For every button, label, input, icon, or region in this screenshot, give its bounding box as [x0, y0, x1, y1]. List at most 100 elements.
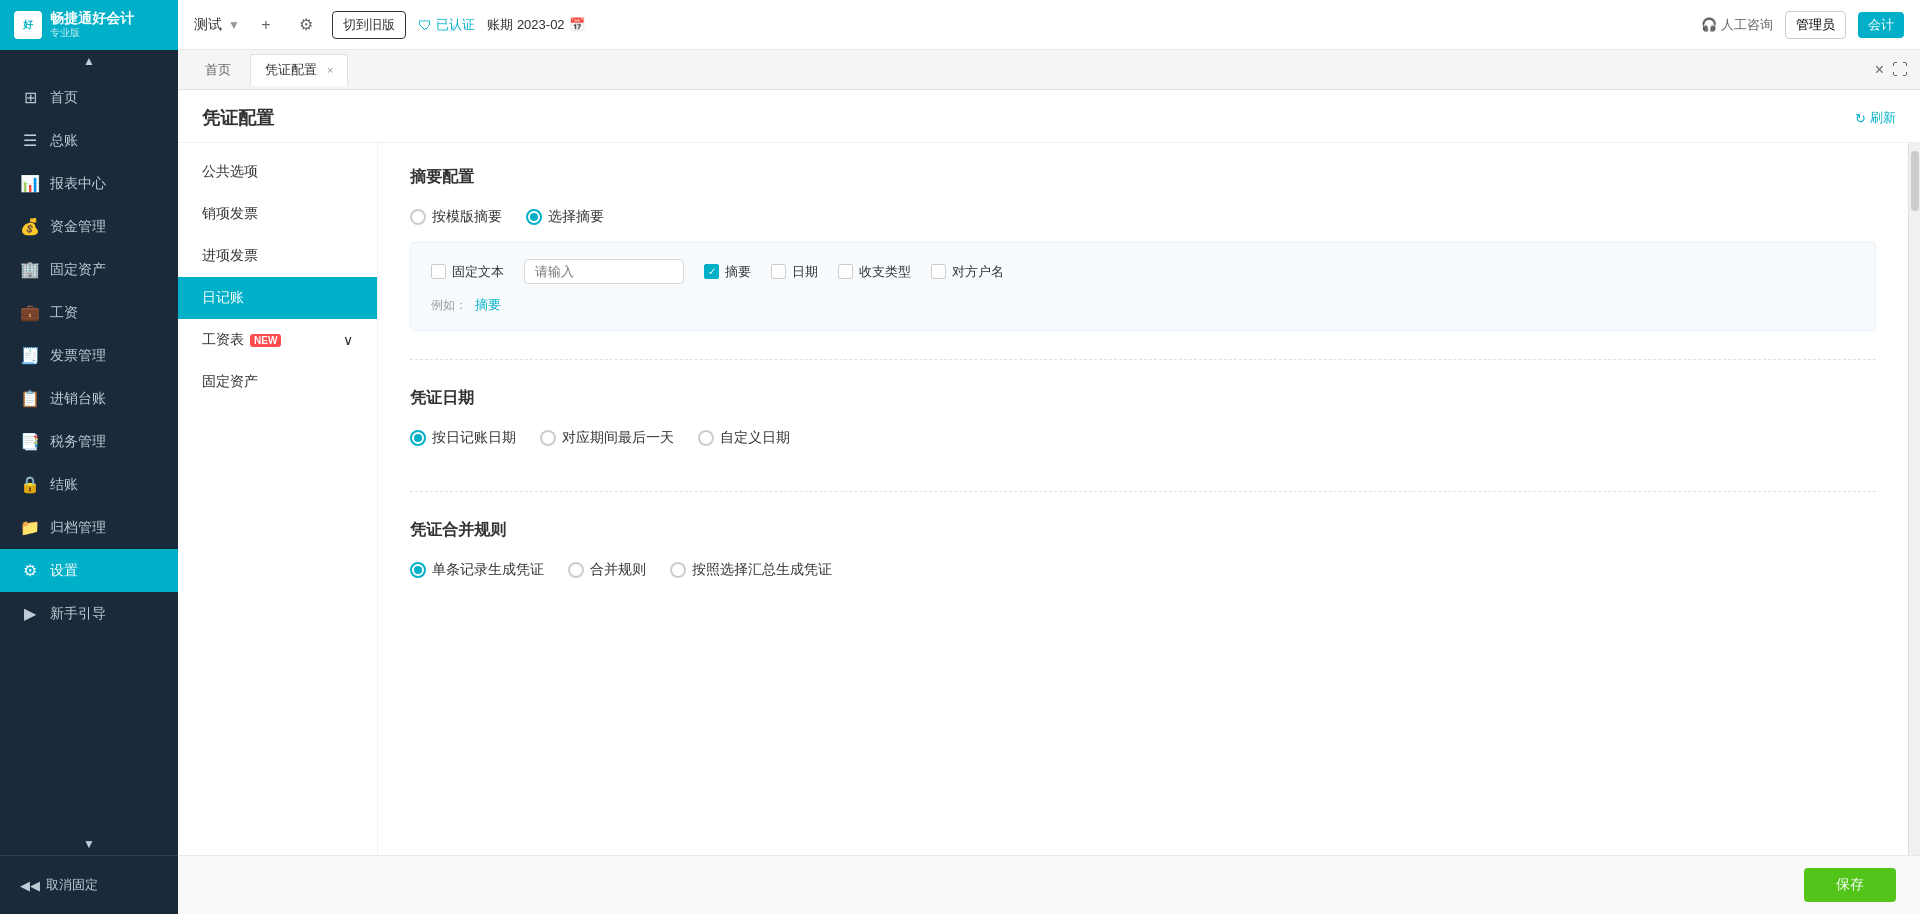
help-button[interactable]: 🎧 人工咨询 — [1701, 16, 1773, 34]
refresh-label: 刷新 — [1870, 109, 1896, 127]
config-nav-sales-invoice[interactable]: 销项发票 — [178, 193, 377, 235]
custom-date-circle — [698, 430, 714, 446]
sidebar-item-home[interactable]: ⊞ 首页 — [0, 76, 178, 119]
sidebar-scroll-down-arrow[interactable]: ▼ — [83, 837, 95, 851]
sidebar-item-asset[interactable]: 🏢 固定资产 — [0, 248, 178, 291]
abstract-checkbox — [704, 264, 719, 279]
journal-date-circle — [410, 430, 426, 446]
checkbox-fixed-text[interactable]: 固定文本 — [431, 263, 504, 281]
sidebar-item-payroll[interactable]: 💼 工资 — [0, 291, 178, 334]
save-button[interactable]: 保存 — [1804, 868, 1896, 902]
merge-section: 凭证合并规则 单条记录生成凭证 合并规则 — [410, 520, 1876, 623]
radio-select-abstract[interactable]: 选择摘要 — [526, 208, 604, 226]
tab-fullscreen-icon[interactable]: ⛶ — [1892, 61, 1908, 79]
sidebar-item-archive-label: 归档管理 — [50, 519, 106, 537]
radio-select-label: 选择摘要 — [548, 208, 604, 226]
single-record-circle — [410, 562, 426, 578]
tab-bar: 首页 凭证配置 × × ⛶ — [178, 50, 1920, 90]
sidebar-item-payroll-label: 工资 — [50, 304, 78, 322]
single-record-label: 单条记录生成凭证 — [432, 561, 544, 579]
tab-bar-right: × ⛶ — [1875, 61, 1908, 79]
config-nav-sales-invoice-label: 销项发票 — [202, 205, 258, 221]
config-nav-purchase-invoice[interactable]: 进项发票 — [178, 235, 377, 277]
date-checkbox-label: 日期 — [792, 263, 818, 281]
radio-template-abstract[interactable]: 按模版摘要 — [410, 208, 502, 226]
sidebar-item-sales-label: 进销台账 — [50, 390, 106, 408]
sidebar-item-tax[interactable]: 📑 税务管理 — [0, 420, 178, 463]
tab-voucher-config[interactable]: 凭证配置 × — [250, 54, 348, 86]
sidebar-item-ledger[interactable]: ☰ 总账 — [0, 119, 178, 162]
sidebar-item-settings[interactable]: ⚙ 设置 — [0, 549, 178, 592]
sidebar-item-settings-label: 设置 — [50, 562, 78, 580]
sidebar-collapse-button[interactable]: ◀◀ 取消固定 — [0, 866, 178, 904]
fixed-text-input[interactable] — [524, 259, 684, 284]
counterparty-checkbox — [931, 264, 946, 279]
config-nav-public-label: 公共选项 — [202, 163, 258, 179]
merge-rule-label: 合并规则 — [590, 561, 646, 579]
tab-home[interactable]: 首页 — [190, 54, 246, 86]
sidebar-item-closing[interactable]: 🔒 结账 — [0, 463, 178, 506]
date-section-title: 凭证日期 — [410, 388, 1876, 409]
radio-custom-date[interactable]: 自定义日期 — [698, 429, 790, 447]
report-icon: 📊 — [20, 174, 40, 193]
checkbox-date[interactable]: 日期 — [771, 263, 818, 281]
checkbox-counterparty[interactable]: 对方户名 — [931, 263, 1004, 281]
radio-period-last[interactable]: 对应期间最后一天 — [540, 429, 674, 447]
sidebar-scroll-up-arrow[interactable]: ▲ — [83, 54, 95, 68]
income-type-label: 收支类型 — [859, 263, 911, 281]
app-logo-icon: 好 — [14, 11, 42, 39]
main-container: 测试 ▼ + ⚙ 切到旧版 🛡 已认证 账期 2023-02 📅 🎧 人工咨询 … — [178, 0, 1920, 914]
guide-icon: ▶ — [20, 604, 40, 623]
checkbox-abstract[interactable]: 摘要 — [704, 263, 751, 281]
config-content: 摘要配置 按模版摘要 选择摘要 — [378, 143, 1908, 855]
radio-merge-rule[interactable]: 合并规则 — [568, 561, 646, 579]
role-button[interactable]: 会计 — [1858, 12, 1904, 38]
tab-close-icon[interactable]: × — [327, 64, 333, 76]
page-title: 凭证配置 — [202, 106, 274, 130]
date-checkbox — [771, 264, 786, 279]
sidebar-item-guide-label: 新手引导 — [50, 605, 106, 623]
radio-journal-date[interactable]: 按日记账日期 — [410, 429, 516, 447]
refresh-icon: ↻ — [1855, 111, 1866, 126]
add-button[interactable]: + — [252, 11, 280, 39]
config-nav-payroll-table[interactable]: 工资表 NEW ∨ — [178, 319, 377, 361]
checkbox-income-type[interactable]: 收支类型 — [838, 263, 911, 281]
sidebar-item-invoice-label: 发票管理 — [50, 347, 106, 365]
page-header: 凭证配置 ↻ 刷新 — [178, 90, 1920, 143]
radio-template-label: 按模版摘要 — [432, 208, 502, 226]
settings-gear-button[interactable]: ⚙ — [292, 11, 320, 39]
sidebar-item-invoice[interactable]: 🧾 发票管理 — [0, 334, 178, 377]
config-nav: 公共选项 销项发票 进项发票 日记账 工资表 NEW ∨ — [178, 143, 378, 855]
config-nav-journal[interactable]: 日记账 — [178, 277, 377, 319]
switch-version-button[interactable]: 切到旧版 — [332, 11, 406, 39]
sidebar-nav: ⊞ 首页 ☰ 总账 📊 报表中心 💰 资金管理 🏢 固定资产 💼 工资 🧾 发票… — [0, 72, 178, 833]
radio-single-record[interactable]: 单条记录生成凭证 — [410, 561, 544, 579]
abstract-section-title: 摘要配置 — [410, 167, 1876, 188]
abstract-preview: 例如： 摘要 — [431, 296, 1855, 314]
abstract-config-row: 固定文本 摘要 日期 — [431, 259, 1855, 284]
user-button[interactable]: 管理员 — [1785, 11, 1846, 39]
scrollbar-thumb — [1911, 151, 1919, 211]
refresh-button[interactable]: ↻ 刷新 — [1855, 109, 1896, 127]
app-title: 畅捷通好会计 — [50, 10, 134, 27]
sidebar-item-report[interactable]: 📊 报表中心 — [0, 162, 178, 205]
tab-close-button[interactable]: × — [1875, 61, 1884, 79]
sidebar-item-sales-ledger[interactable]: 📋 进销台账 — [0, 377, 178, 420]
closing-icon: 🔒 — [20, 475, 40, 494]
config-nav-public[interactable]: 公共选项 — [178, 151, 377, 193]
headset-icon: 🎧 — [1701, 17, 1717, 32]
fixed-text-checkbox — [431, 264, 446, 279]
config-nav-fixed-assets[interactable]: 固定资产 — [178, 361, 377, 403]
content-scrollbar[interactable] — [1908, 143, 1920, 855]
period-label: 账期 — [487, 16, 513, 34]
sidebar-item-archive[interactable]: 📁 归档管理 — [0, 506, 178, 549]
sidebar-item-fund[interactable]: 💰 资金管理 — [0, 205, 178, 248]
expand-chevron-icon: ∨ — [343, 332, 353, 348]
sidebar-item-guide[interactable]: ▶ 新手引导 — [0, 592, 178, 635]
certification-status: 🛡 已认证 — [418, 16, 475, 34]
merge-rule-circle — [568, 562, 584, 578]
settings-icon: ⚙ — [20, 561, 40, 580]
radio-by-selection[interactable]: 按照选择汇总生成凭证 — [670, 561, 832, 579]
company-selector[interactable]: 测试 ▼ — [194, 16, 240, 34]
config-nav-purchase-invoice-label: 进项发票 — [202, 247, 258, 263]
